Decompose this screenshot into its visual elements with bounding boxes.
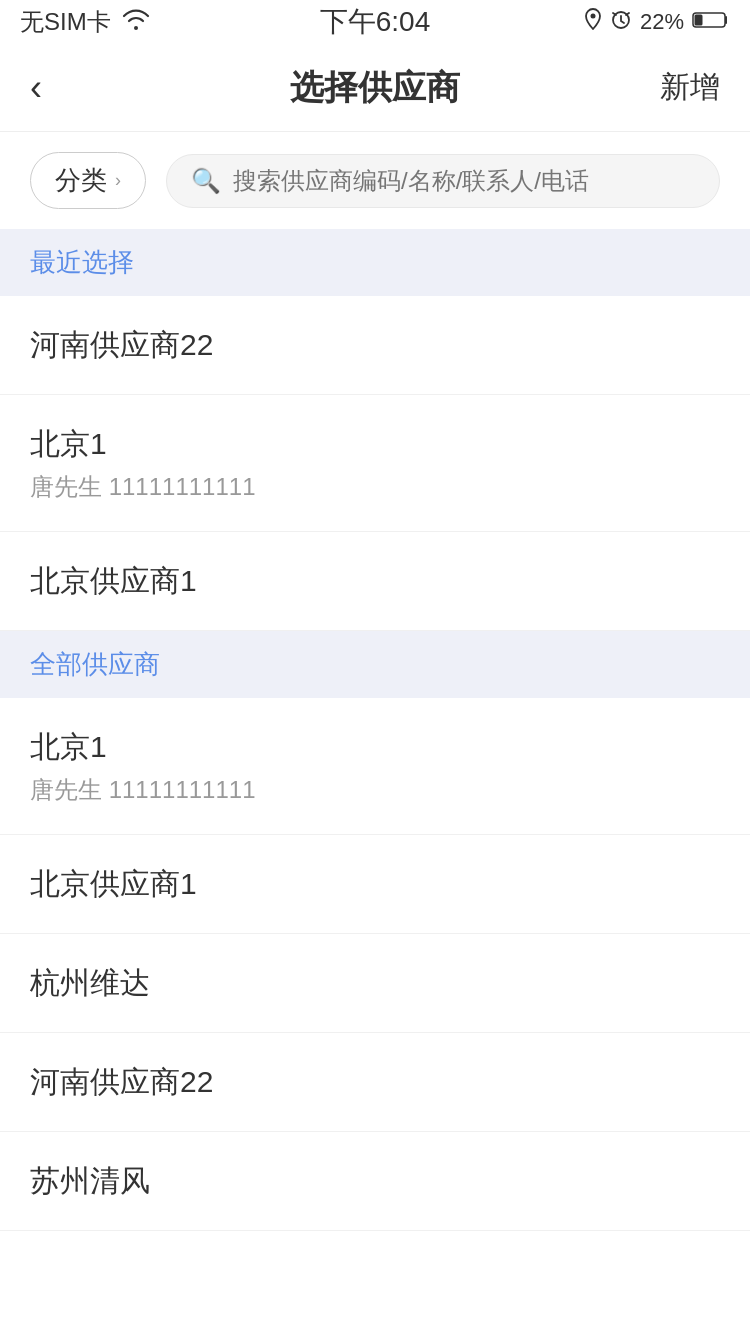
svg-rect-3: [695, 15, 703, 26]
filter-row: 分类 › 🔍: [0, 132, 750, 229]
status-right: 22%: [584, 8, 730, 36]
all-item-3[interactable]: 河南供应商22: [0, 1033, 750, 1132]
back-button[interactable]: ‹: [30, 67, 90, 109]
recent-item-sub-1: 唐先生 11111111111: [30, 471, 720, 503]
carrier-label: 无SIM卡: [20, 6, 111, 38]
all-item-4[interactable]: 苏州清风: [0, 1132, 750, 1231]
add-button[interactable]: 新增: [660, 67, 720, 108]
category-button[interactable]: 分类 ›: [30, 152, 146, 209]
status-left: 无SIM卡: [20, 6, 151, 38]
all-item-name-2: 杭州维达: [30, 962, 720, 1004]
recent-item-1[interactable]: 北京1 唐先生 11111111111: [0, 395, 750, 532]
recent-item-name-1: 北京1: [30, 423, 720, 465]
recent-item-2[interactable]: 北京供应商1: [0, 532, 750, 631]
all-item-name-3: 河南供应商22: [30, 1061, 720, 1103]
nav-bar: ‹ 选择供应商 新增: [0, 44, 750, 132]
chevron-right-icon: ›: [115, 170, 121, 191]
all-item-1[interactable]: 北京供应商1: [0, 835, 750, 934]
all-item-sub-0: 唐先生 11111111111: [30, 774, 720, 806]
battery-icon: [692, 9, 730, 35]
recent-item-name-2: 北京供应商1: [30, 560, 720, 602]
battery-label: 22%: [640, 9, 684, 35]
recent-item-name-0: 河南供应商22: [30, 324, 720, 366]
page-title: 选择供应商: [290, 65, 460, 111]
recent-section-label: 最近选择: [30, 247, 134, 277]
all-item-2[interactable]: 杭州维达: [0, 934, 750, 1033]
status-time: 下午6:04: [320, 3, 431, 41]
all-items-list: 北京1 唐先生 11111111111 北京供应商1 杭州维达 河南供应商22 …: [0, 698, 750, 1231]
recent-items-list: 河南供应商22 北京1 唐先生 11111111111 北京供应商1: [0, 296, 750, 631]
all-section-header: 全部供应商: [0, 631, 750, 698]
all-item-name-4: 苏州清风: [30, 1160, 720, 1202]
location-icon: [584, 8, 602, 36]
search-box[interactable]: 🔍: [166, 154, 720, 208]
wifi-icon: [121, 8, 151, 36]
search-icon: 🔍: [191, 167, 221, 195]
all-section-label: 全部供应商: [30, 649, 160, 679]
svg-point-0: [590, 14, 595, 19]
all-item-name-0: 北京1: [30, 726, 720, 768]
all-item-name-1: 北京供应商1: [30, 863, 720, 905]
recent-item-0[interactable]: 河南供应商22: [0, 296, 750, 395]
recent-section-header: 最近选择: [0, 229, 750, 296]
alarm-icon: [610, 8, 632, 36]
category-label: 分类: [55, 163, 107, 198]
status-bar: 无SIM卡 下午6:04 22%: [0, 0, 750, 44]
all-item-0[interactable]: 北京1 唐先生 11111111111: [0, 698, 750, 835]
search-input[interactable]: [233, 167, 695, 195]
